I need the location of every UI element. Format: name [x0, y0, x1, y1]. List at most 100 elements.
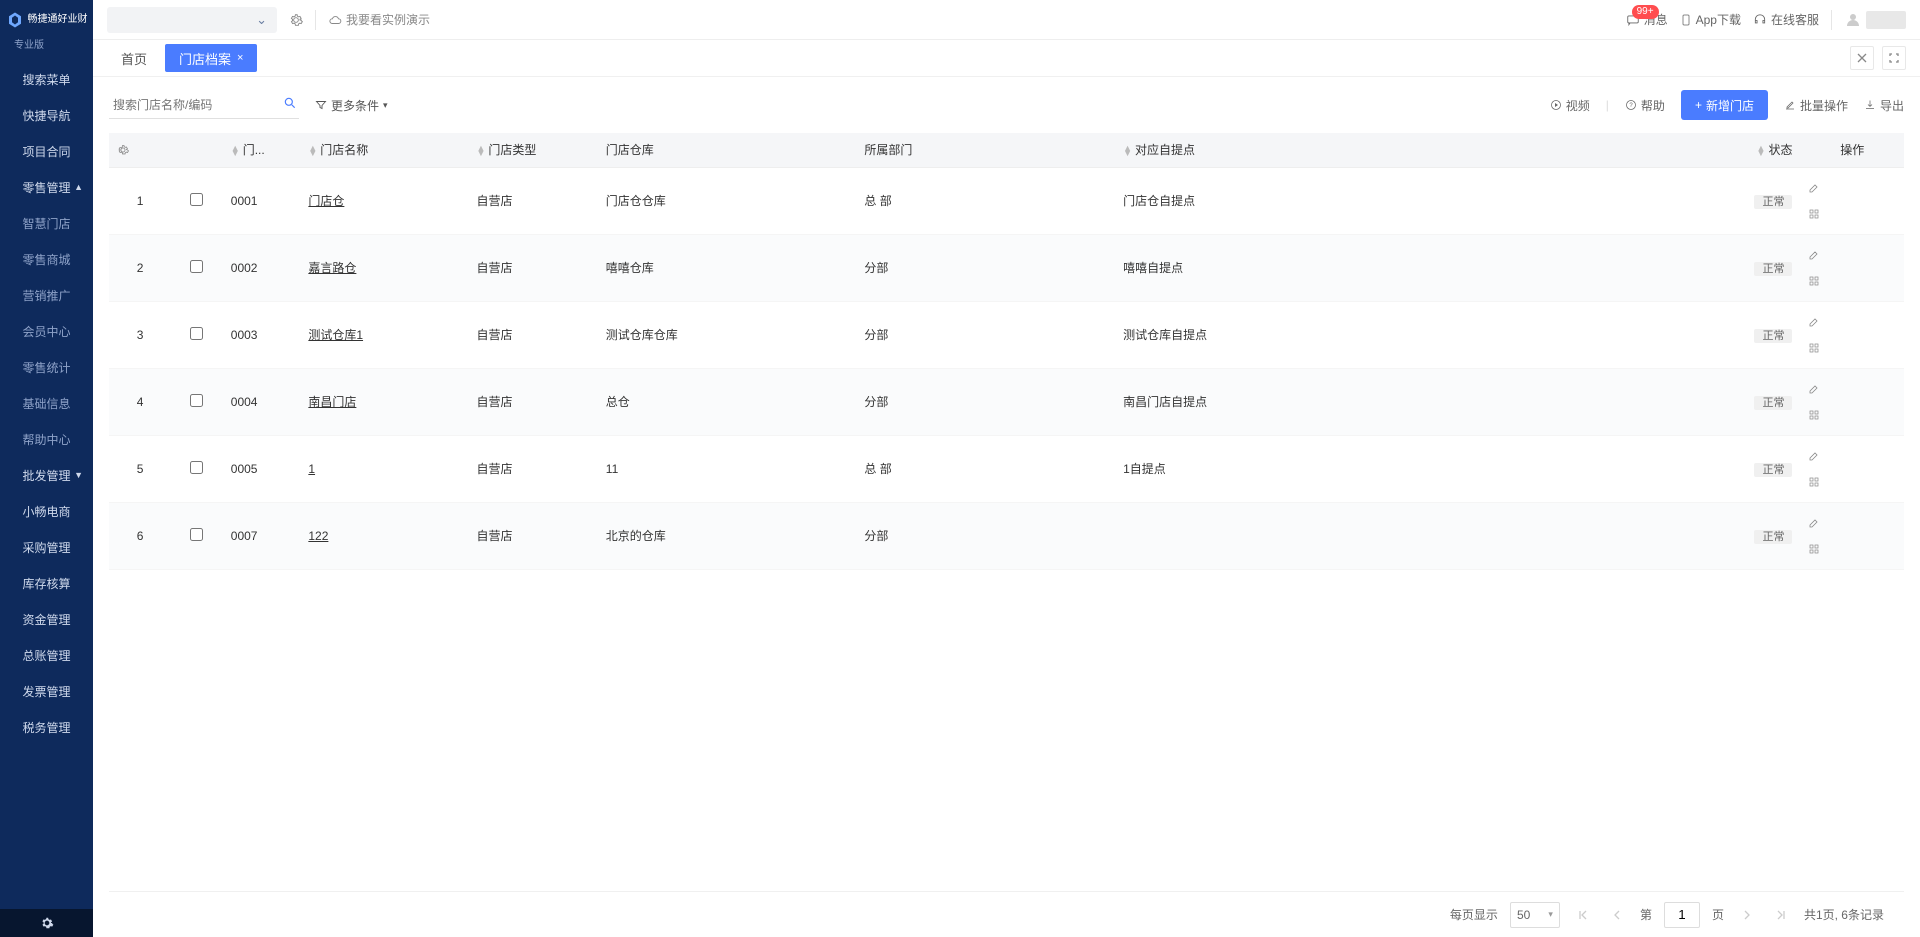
row-checkbox[interactable] — [190, 193, 203, 206]
cell-status: 正常 — [1490, 502, 1800, 569]
cell-index: 5 — [109, 435, 171, 502]
sidebar-item-label: 项目合同 — [22, 143, 70, 160]
row-checkbox[interactable] — [190, 528, 203, 541]
sidebar-subitem-smart-store[interactable]: 智慧门店 — [0, 205, 93, 241]
close-icon[interactable]: × — [237, 52, 243, 64]
more-button[interactable] — [1808, 275, 1896, 287]
messages-button[interactable]: 99+ 消息 — [1626, 11, 1668, 28]
more-button[interactable] — [1808, 409, 1896, 421]
search-input[interactable] — [109, 91, 299, 119]
edit-button[interactable] — [1808, 383, 1896, 395]
search-icon[interactable] — [283, 96, 297, 110]
edit-button[interactable] — [1808, 182, 1896, 194]
row-checkbox[interactable] — [190, 394, 203, 407]
batch-ops-button[interactable]: 批量操作 — [1784, 97, 1848, 114]
sidebar-item-label: 采购管理 — [22, 539, 70, 556]
store-name-link[interactable]: 122 — [308, 529, 328, 543]
help-icon: ? — [1625, 99, 1637, 111]
sidebar-item-gl[interactable]: 总账管理 — [0, 637, 93, 673]
sidebar-item-project-contract[interactable]: 项目合同 — [0, 133, 93, 169]
grid-icon — [1808, 543, 1820, 555]
tab-fullscreen[interactable] — [1882, 46, 1906, 70]
sidebar-item-wholesale[interactable]: 批发管理▼ — [0, 457, 93, 493]
sidebar-item-quick-nav[interactable]: 快捷导航 — [0, 97, 93, 133]
row-checkbox[interactable] — [190, 260, 203, 273]
store-name-link[interactable]: 测试仓库1 — [308, 328, 363, 342]
sidebar-settings[interactable] — [0, 909, 93, 937]
sidebar-subitem-basic-info[interactable]: 基础信息 — [0, 385, 93, 421]
help-link[interactable]: ? 帮助 — [1625, 97, 1665, 114]
page-prev[interactable] — [1606, 904, 1628, 926]
page-first[interactable] — [1572, 904, 1594, 926]
content-toolbar: 更多条件 ▾ 视频 | ? 帮助 + 新增门店 — [109, 77, 1904, 133]
sidebar-subitem-help-center[interactable]: 帮助中心 — [0, 421, 93, 457]
cell-ops — [1800, 502, 1904, 569]
store-name-link[interactable]: 嘉言路仓 — [308, 261, 356, 275]
col-type[interactable]: ▲▼门店类型 — [468, 133, 597, 167]
user-menu[interactable] — [1844, 11, 1906, 29]
table-row: 20002嘉言路仓自营店嘻嘻仓库分部嘻嘻自提点正常 — [109, 234, 1904, 301]
cell-index: 1 — [109, 167, 171, 234]
edit-button[interactable] — [1808, 517, 1896, 529]
online-service-button[interactable]: 在线客服 — [1753, 11, 1819, 28]
demo-link[interactable]: 我要看实例演示 — [328, 11, 430, 28]
sidebar-item-search-menu[interactable]: 搜索菜单 — [0, 61, 93, 97]
table-row: 30003测试仓库1自营店测试仓库仓库分部测试仓库自提点正常 — [109, 301, 1904, 368]
tab-首页[interactable]: 首页 — [107, 44, 161, 72]
sidebar-subitem-retail-stats[interactable]: 零售统计 — [0, 349, 93, 385]
store-name-link[interactable]: 南昌门店 — [308, 395, 356, 409]
more-conditions[interactable]: 更多条件 ▾ — [315, 97, 388, 114]
app-download-button[interactable]: App下载 — [1680, 11, 1741, 28]
page-last[interactable] — [1770, 904, 1792, 926]
per-page-label: 每页显示 — [1450, 906, 1498, 923]
cell-checkbox — [171, 435, 223, 502]
sidebar-item-tax[interactable]: 税务管理 — [0, 709, 93, 745]
sidebar-subitem-retail-mall[interactable]: 零售商城 — [0, 241, 93, 277]
edit-button[interactable] — [1808, 316, 1896, 328]
col-settings[interactable] — [109, 133, 171, 167]
phone-icon — [1680, 13, 1692, 27]
cell-checkbox — [171, 368, 223, 435]
more-button[interactable] — [1808, 476, 1896, 488]
row-checkbox[interactable] — [190, 461, 203, 474]
sidebar-subitem-member-center[interactable]: 会员中心 — [0, 313, 93, 349]
store-table: ▲▼门... ▲▼门店名称 ▲▼门店类型 门店仓库 所属部门 ▲▼对应自提点 ▲… — [109, 133, 1904, 570]
tab-close-all[interactable] — [1850, 46, 1874, 70]
page-next[interactable] — [1736, 904, 1758, 926]
col-name[interactable]: ▲▼门店名称 — [300, 133, 468, 167]
edit-button[interactable] — [1808, 450, 1896, 462]
tab-门店档案[interactable]: 门店档案× — [165, 44, 257, 72]
add-store-button[interactable]: + 新增门店 — [1681, 90, 1768, 120]
content-area: 更多条件 ▾ 视频 | ? 帮助 + 新增门店 — [93, 76, 1920, 937]
gear-icon — [289, 13, 303, 27]
sidebar-item-invoice[interactable]: 发票管理 — [0, 673, 93, 709]
cell-code: 0004 — [223, 368, 301, 435]
page-size-select[interactable]: 50 ▾ — [1510, 902, 1560, 928]
sidebar-item-retail-mgmt[interactable]: 零售管理▲ — [0, 169, 93, 205]
cell-warehouse: 门店仓仓库 — [598, 167, 857, 234]
video-link[interactable]: 视频 — [1550, 97, 1590, 114]
store-name-link[interactable]: 门店仓 — [308, 194, 344, 208]
cell-name: 1 — [300, 435, 468, 502]
store-name-link[interactable]: 1 — [308, 462, 315, 476]
col-status[interactable]: ▲▼状态 — [1490, 133, 1800, 167]
sidebar-item-inventory[interactable]: 库存核算 — [0, 565, 93, 601]
sidebar-item-purchase[interactable]: 采购管理 — [0, 529, 93, 565]
more-button[interactable] — [1808, 543, 1896, 555]
sidebar-item-fund[interactable]: 资金管理 — [0, 601, 93, 637]
sidebar-subitem-marketing[interactable]: 营销推广 — [0, 277, 93, 313]
settings-icon[interactable] — [289, 13, 303, 27]
col-pickup[interactable]: ▲▼对应自提点 — [1115, 133, 1490, 167]
more-button[interactable] — [1808, 208, 1896, 220]
sidebar-item-ecommerce[interactable]: 小畅电商 — [0, 493, 93, 529]
export-button[interactable]: 导出 — [1864, 97, 1904, 114]
company-select[interactable]: ⌄ — [107, 7, 277, 33]
page-input[interactable] — [1664, 902, 1700, 928]
sidebar-item-label: 批发管理 — [22, 467, 70, 484]
sidebar-item-label: 快捷导航 — [22, 107, 70, 124]
edit-button[interactable] — [1808, 249, 1896, 261]
col-code[interactable]: ▲▼门... — [223, 133, 301, 167]
more-button[interactable] — [1808, 342, 1896, 354]
cell-status: 正常 — [1490, 301, 1800, 368]
row-checkbox[interactable] — [190, 327, 203, 340]
